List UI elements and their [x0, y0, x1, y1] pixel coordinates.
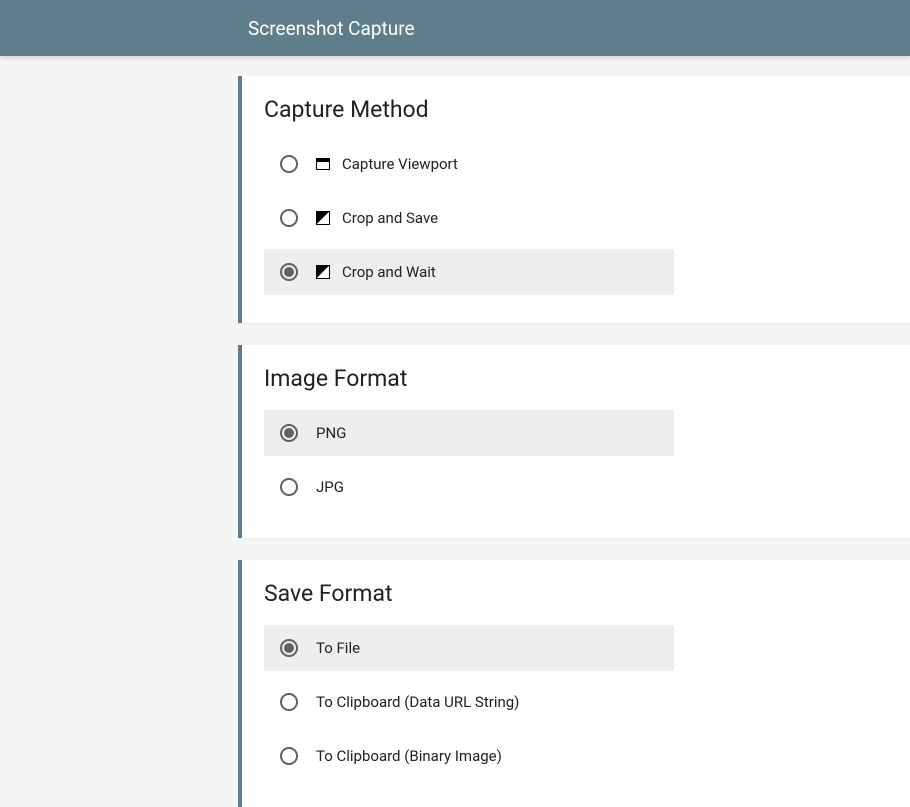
option-crop-and-wait[interactable]: Crop and Wait [264, 249, 674, 295]
section-title: Image Format [264, 365, 888, 392]
radio-icon [280, 639, 298, 657]
option-to-file[interactable]: To File [264, 625, 674, 671]
save-format-section: Save Format To File To Clipboard (Data U… [238, 560, 910, 807]
radio-icon [280, 693, 298, 711]
option-capture-viewport[interactable]: Capture Viewport [264, 141, 674, 187]
image-format-section: Image Format PNG JPG [238, 345, 910, 538]
radio-icon [280, 424, 298, 442]
option-jpg[interactable]: JPG [264, 464, 674, 510]
section-title: Save Format [264, 580, 888, 607]
section-title: Capture Method [264, 96, 888, 123]
option-png[interactable]: PNG [264, 410, 674, 456]
option-label: To Clipboard (Binary Image) [316, 747, 502, 765]
option-label: Crop and Save [342, 209, 438, 227]
option-label: JPG [316, 478, 344, 496]
radio-icon [280, 478, 298, 496]
app-header: Screenshot Capture [0, 0, 910, 56]
crop-icon [316, 265, 330, 279]
content-area: Capture Method Capture Viewport Crop and… [0, 56, 910, 807]
option-crop-and-save[interactable]: Crop and Save [264, 195, 674, 241]
options-list: PNG JPG [264, 410, 674, 510]
option-label: To File [316, 639, 360, 657]
option-label: Capture Viewport [342, 155, 458, 173]
option-label: Crop and Wait [342, 263, 436, 281]
options-list: Capture Viewport Crop and Save Crop and … [264, 141, 674, 295]
crop-icon [316, 211, 330, 225]
option-label: PNG [316, 424, 346, 442]
option-label: To Clipboard (Data URL String) [316, 693, 519, 711]
app-title: Screenshot Capture [248, 17, 415, 40]
radio-icon [280, 155, 298, 173]
viewport-icon [316, 157, 330, 171]
radio-icon [280, 209, 298, 227]
options-list: To File To Clipboard (Data URL String) T… [264, 625, 674, 779]
capture-method-section: Capture Method Capture Viewport Crop and… [238, 76, 910, 323]
radio-icon [280, 263, 298, 281]
option-to-clipboard-binary[interactable]: To Clipboard (Binary Image) [264, 733, 674, 779]
radio-icon [280, 747, 298, 765]
option-to-clipboard-url[interactable]: To Clipboard (Data URL String) [264, 679, 674, 725]
